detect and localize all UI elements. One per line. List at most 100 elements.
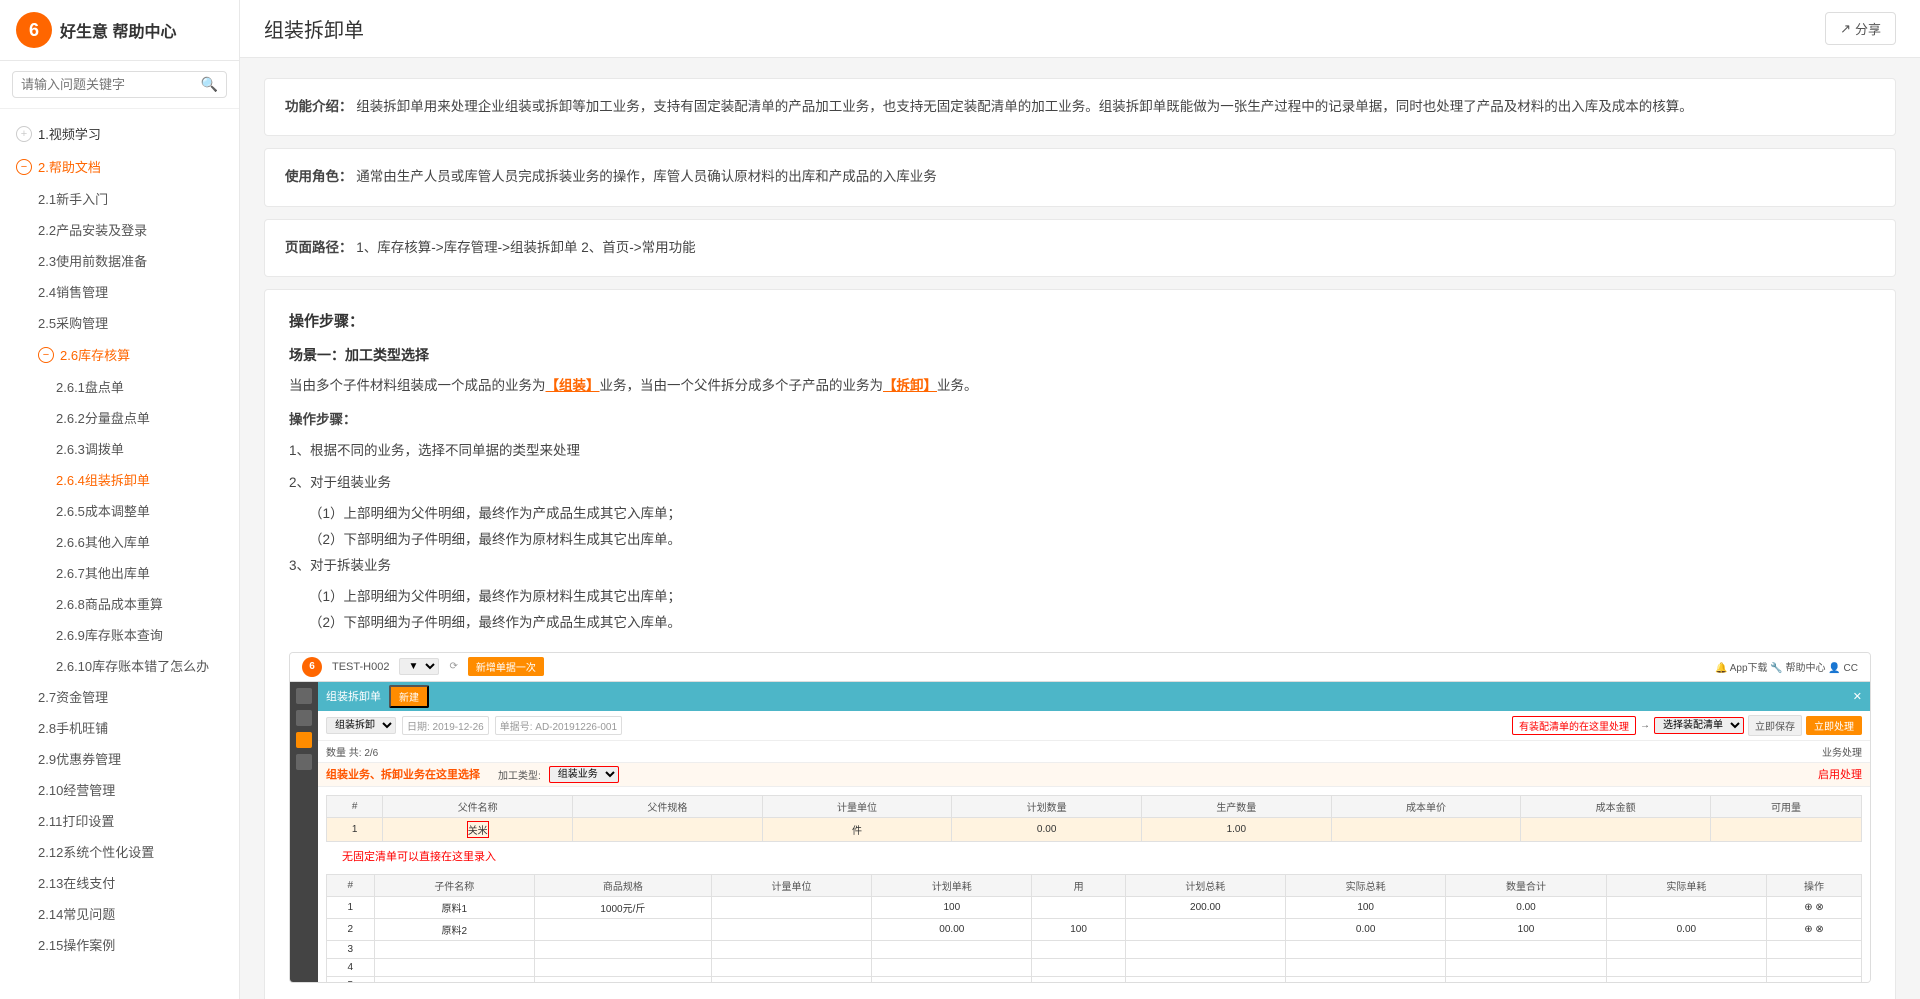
sidebar-header: 6 好生意 帮助中心 [0,0,239,61]
nav-sub-2-10[interactable]: 2.10经营管理 [0,774,239,805]
mock-parent-name-cell: 关米 [467,821,489,838]
nav-sub-2-12[interactable]: 2.12系统个性化设置 [0,836,239,867]
nav-label-2-6: 2.6库存核算 [60,345,223,364]
mock-th-avail: 可用量 [1710,795,1861,817]
mock-tab-new[interactable]: 新建 [389,685,429,708]
role-label: 使用角色： [285,169,353,184]
mock-bom-select[interactable]: 选择装配清单 [1654,717,1744,734]
mock-process-btn[interactable]: 立即处理 [1806,716,1862,735]
nav-item-2[interactable]: − 2.帮助文档 2.1新手入门 2.2产品安装及登录 2.3使用前数据准备 2… [0,150,239,960]
mock-type-label: 加工类型: [498,767,541,782]
mock-th-prod: 生产数量 [1141,795,1331,817]
logo-icon: 6 [16,12,52,48]
nav-sub-2-15[interactable]: 2.15操作案例 [0,929,239,960]
mock-refresh-icon: ⟳ [449,661,457,672]
annotation-assembly: 组装业务、拆卸业务在这里选择 [326,766,480,782]
nav-sub-2-6-2[interactable]: 2.6.2分量盘点单 [0,402,239,433]
nav-sub-2-6-8[interactable]: 2.6.8商品成本重算 [0,588,239,619]
intro-text: 组装拆卸单用来处理企业组装或拆卸等加工业务，支持有固定装配清单的产品加工业务，也… [356,99,1693,114]
mock-sub-th-1: # [327,874,375,896]
steps-title: 操作步骤： [289,310,1871,331]
nav-sub-2-6-7[interactable]: 2.6.7其他出库单 [0,557,239,588]
mock-child-row-4: 4 [327,958,1862,976]
annotation-1: 有装配清单的在这里处理 [1512,716,1636,735]
page-title: 组装拆卸单 [264,14,364,43]
mock-child-row-1: 1 原料1 1000元/斤 100 200.00 100 [327,896,1862,918]
nav-sub-2-13[interactable]: 2.13在线支付 [0,867,239,898]
nav-sub-2-5[interactable]: 2.5采购管理 [0,307,239,338]
nav-sub-2-11[interactable]: 2.11打印设置 [0,805,239,836]
mock-sub-th-2: 子件名称 [374,874,534,896]
steps-block: 操作步骤： 场景一：加工类型选择 当由多个子件材料组装成一个成品的业务为【组装】… [264,289,1896,999]
mock-parent-table: # 父件名称 父件规格 计量单位 计划数量 生产数量 成本单价 成本金额 [326,795,1862,842]
scenario1-desc: 当由多个子件材料组装成一个成品的业务为【组装】业务，当由一个父件拆分成多个子产品… [289,373,1871,399]
mock-sub-th-7: 计划总耗 [1125,874,1285,896]
share-button[interactable]: ↗ 分享 [1825,12,1896,45]
step1: 1、根据不同的业务，选择不同单据的类型来处理 [289,438,1871,464]
path-text: 1、库存核算->库存管理->组装拆卸单 2、首页->常用功能 [356,240,695,255]
mock-date-field: 日期: 2019-12-26 [402,716,489,735]
mock-sidebar-icon-1 [296,688,312,704]
mock-arrow: → [1640,720,1650,731]
role-block: 使用角色： 通常由生产人员或库管人员完成拆装业务的操作，库管人员确认原材料的出库… [264,148,1896,206]
mock-save-btn[interactable]: 立即保存 [1748,715,1802,736]
mock-sub-th-10: 实际单耗 [1606,874,1766,896]
mock-window-title: 组装拆卸单 [326,688,381,704]
mock-th-spec: 父件规格 [573,795,763,817]
nav-tree: + 1.视频学习 − 2.帮助文档 2.1新手入门 2.2产品安装及登录 2.3… [0,109,239,999]
nav-sub-2-2[interactable]: 2.2产品安装及登录 [0,214,239,245]
step2-2: （2）下部明细为子件明细，最终作为原材料生成其它出库单。 [309,527,1871,553]
mock-child-row-2: 2 原料2 00.00 100 0.00 [327,918,1862,940]
mock-sub-th-9: 数量合计 [1446,874,1606,896]
nav-sub-2-9[interactable]: 2.9优惠券管理 [0,743,239,774]
mock-sub-th-5: 计划单耗 [872,874,1032,896]
nav-sub-2-6-9[interactable]: 2.6.9库存账本查询 [0,619,239,650]
step3-1: （1）上部明细为父件明细，最终作为原材料生成其它出库单； [309,584,1871,610]
mock-sub-th-6: 用 [1032,874,1125,896]
nav-sub-2-6-3[interactable]: 2.6.3调拨单 [0,433,239,464]
mock-logo: 6 [302,657,322,677]
mock-th-cost-amt: 成本金额 [1521,795,1711,817]
disassembly-link[interactable]: 【拆卸】 [883,378,937,393]
nav-sub-2-6-5[interactable]: 2.6.5成本调整单 [0,495,239,526]
mock-app-id: TEST-H002 [332,661,389,673]
nav-sub-2-7[interactable]: 2.7资金管理 [0,681,239,712]
nav-sub-2-1[interactable]: 2.1新手入门 [0,183,239,214]
nav-sub-2-6-6[interactable]: 2.6.6其他入库单 [0,526,239,557]
mock-sub-th-8: 实际总耗 [1285,874,1445,896]
nav-sub-2-14[interactable]: 2.14常见问题 [0,898,239,929]
mock-sub-th-3: 商品规格 [534,874,711,896]
mock-sub-th-4: 计量单位 [711,874,871,896]
search-icon[interactable]: 🔍 [201,76,218,93]
main-content: 组装拆卸单 ↗ 分享 功能介绍： 组装拆卸单用来处理企业组装或拆卸等加工业务，支… [240,0,1920,999]
mock-sidebar-icon-2 [296,710,312,726]
mock-close-icon[interactable]: ✕ [1853,690,1862,703]
step3: 3、对于拆装业务 [289,553,1871,579]
nav-sub-2-4[interactable]: 2.4销售管理 [0,276,239,307]
intro-block: 功能介绍： 组装拆卸单用来处理企业组装或拆卸等加工业务，支持有固定装配清单的产品… [264,78,1896,136]
annotation-no-bom: 无固定清单可以直接在这里录入 [342,851,496,863]
assembly-link[interactable]: 【组装】 [546,378,600,393]
nav-label-2: 2.帮助文档 [38,157,223,176]
app-title: 好生意 帮助中心 [60,18,176,42]
scenario1-title: 场景一：加工类型选择 [289,345,1871,365]
mock-th-name: 父件名称 [383,795,573,817]
nav-label-1: 1.视频学习 [38,124,223,143]
mock-parent-row-1: 1 关米 件 0.00 1.00 [327,817,1862,841]
nav-sub-2-8[interactable]: 2.8手机旺铺 [0,712,239,743]
nav-item-1[interactable]: + 1.视频学习 [0,117,239,150]
mock-type-select[interactable]: 组装拆卸 [326,717,396,734]
search-input[interactable] [21,77,201,92]
nav-sub-2-6-10[interactable]: 2.6.10库存账本错了怎么办 [0,650,239,681]
mock-new-btn[interactable]: 新增单据一次 [468,657,544,676]
mock-proc-type[interactable]: 组装业务 [549,766,619,783]
nav-sub-2-3[interactable]: 2.3使用前数据准备 [0,245,239,276]
mock-select[interactable]: ▼ [399,658,439,675]
mock-docno-field: 单据号: AD-20191226-001 [495,716,622,735]
nav-item-2-6[interactable]: − 2.6库存核算 2.6.1盘点单 2.6.2分量盘点单 2.6.3调拨单 2… [0,338,239,681]
path-block: 页面路径： 1、库存核算->库存管理->组装拆卸单 2、首页->常用功能 [264,219,1896,277]
mock-th-plan: 计划数量 [952,795,1142,817]
nav-sub-2-6-4[interactable]: 2.6.4组装拆卸单 [0,464,239,495]
nav-sub-2-6-1[interactable]: 2.6.1盘点单 [0,371,239,402]
search-box: 🔍 [0,61,239,109]
